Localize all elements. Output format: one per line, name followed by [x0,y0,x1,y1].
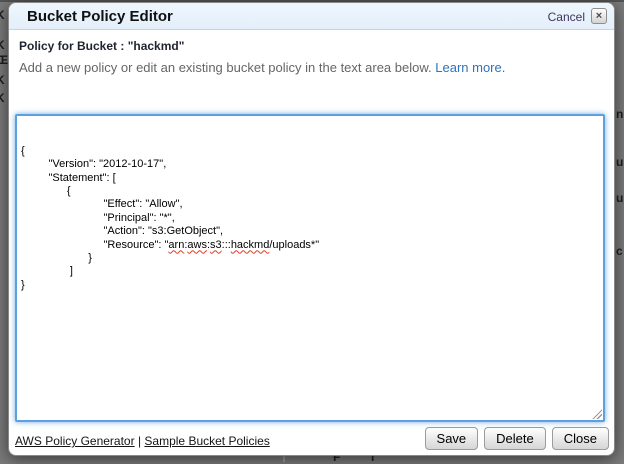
misspelled-word: aws [187,239,207,251]
cancel-link[interactable]: Cancel [548,10,585,24]
background-text-fragment: Œ [0,53,8,67]
background-text-fragment: n [616,107,623,121]
background-text-fragment: K [0,73,5,87]
aws-policy-generator-link[interactable]: AWS Policy Generator [15,434,135,448]
learn-more-link[interactable]: Learn more. [435,60,505,75]
policy-for-bucket-label: Policy for Bucket : "hackmd" [19,39,184,53]
resize-grip-icon[interactable] [591,408,602,419]
description-text: Add a new policy or edit an existing buc… [19,60,432,75]
background-text-fragment: c [616,244,623,258]
close-icon[interactable]: × [591,8,607,24]
close-button[interactable]: Close [552,427,609,450]
bucket-policy-editor-dialog: Bucket Policy Editor Cancel × Policy for… [8,2,615,456]
footer-buttons: Save Delete Close [425,427,609,450]
footer-links: AWS Policy Generator | Sample Bucket Pol… [15,434,270,448]
background-text-fragment: u [616,191,623,205]
misspelled-word: arn [168,239,184,251]
dialog-header: Bucket Policy Editor Cancel × [9,3,614,30]
misspelled-word: hackmd [231,239,270,251]
misspelled-word: s3 [210,239,222,251]
background-text-fragment: K [0,91,5,105]
background-text-fragment: K [0,8,5,22]
sample-bucket-policies-link[interactable]: Sample Bucket Policies [144,434,269,448]
dialog-title: Bucket Policy Editor [27,3,173,30]
dialog-description: Add a new policy or edit an existing buc… [19,60,505,75]
background-text-fragment: u [616,155,623,169]
background-text-fragment: K [0,38,5,52]
save-button[interactable]: Save [425,427,479,450]
policy-textarea[interactable]: { "Version": "2012-10-17", "Statement": … [15,114,605,422]
delete-button[interactable]: Delete [484,427,546,450]
links-separator: | [138,434,141,448]
policy-text: { "Version": "2012-10-17", "Statement": … [21,145,601,292]
